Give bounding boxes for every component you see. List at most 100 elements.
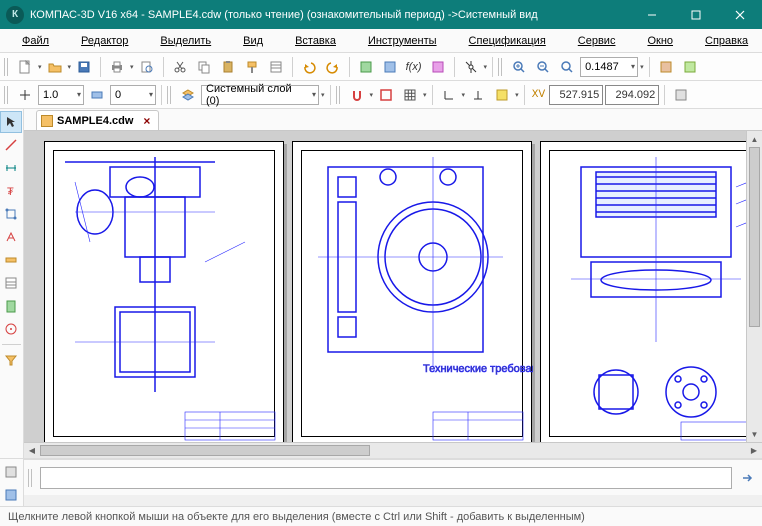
toolbar-grip[interactable] xyxy=(498,58,504,76)
tab-label: SAMPLE4.cdw xyxy=(57,115,133,127)
menu-insert[interactable]: Вставка xyxy=(279,33,352,49)
preview-button[interactable] xyxy=(136,56,158,78)
new-button[interactable] xyxy=(14,56,36,78)
measure-tool[interactable] xyxy=(0,249,22,271)
doc-icon xyxy=(41,115,53,127)
select-tool[interactable] xyxy=(0,111,22,133)
dimension-tool[interactable] xyxy=(0,157,22,179)
menu-window[interactable]: Окно xyxy=(631,33,689,49)
symbol-tool[interactable]: ₮ xyxy=(0,180,22,202)
document-tab[interactable]: SAMPLE4.cdw × xyxy=(36,110,159,130)
command-submit-button[interactable] xyxy=(736,467,758,489)
command-input[interactable] xyxy=(40,467,732,489)
scroll-up-icon[interactable]: ▲ xyxy=(747,131,762,147)
coord-x[interactable]: 527.915 xyxy=(549,85,603,105)
scroll-right-icon[interactable]: ▶ xyxy=(746,443,762,458)
param-tool[interactable] xyxy=(0,226,22,248)
ortho-button[interactable] xyxy=(375,84,397,106)
main-area: ₮ SAMPLE4.cdw × xyxy=(0,109,762,458)
auto-button[interactable] xyxy=(0,484,22,506)
open-button[interactable] xyxy=(44,56,66,78)
ok-button[interactable] xyxy=(0,461,22,483)
status-text: Щелкните левой кнопкой мыши на объекте д… xyxy=(8,511,585,523)
report-tool[interactable] xyxy=(0,295,22,317)
title-bar: К КОМПАС-3D V16 x64 - SAMPLE4.cdw (тольк… xyxy=(0,0,762,29)
menu-file[interactable]: Файл xyxy=(6,33,65,49)
svg-text:₮: ₮ xyxy=(7,186,14,198)
document-area: SAMPLE4.cdw × xyxy=(24,109,762,458)
app-icon: К xyxy=(6,6,24,24)
redo-button[interactable] xyxy=(322,56,344,78)
toolbar-grip[interactable] xyxy=(4,86,10,104)
style-button[interactable] xyxy=(86,84,108,106)
paste-button[interactable] xyxy=(217,56,239,78)
undo-button[interactable] xyxy=(298,56,320,78)
spec-tool[interactable] xyxy=(0,272,22,294)
menu-help[interactable]: Справка xyxy=(689,33,762,49)
property-palette xyxy=(0,459,24,506)
scroll-left-icon[interactable]: ◀ xyxy=(24,443,40,458)
drawing-canvas[interactable]: Технические требования xyxy=(24,131,746,442)
menu-tools[interactable]: Инструменты xyxy=(352,33,453,49)
close-button[interactable] xyxy=(718,0,762,29)
menu-bar: Файл Редактор Выделить Вид Вставка Инстр… xyxy=(0,29,762,53)
menu-service[interactable]: Сервис xyxy=(562,33,632,49)
grid-button[interactable] xyxy=(399,84,421,106)
vertical-scrollbar[interactable]: ▲ ▼ xyxy=(746,131,762,442)
svg-text:Технические требования: Технические требования xyxy=(423,363,533,375)
window-title: КОМПАС-3D V16 x64 - SAMPLE4.cdw (только … xyxy=(30,9,630,21)
snap-opts-button[interactable] xyxy=(491,84,513,106)
zoom-fit-button[interactable] xyxy=(556,56,578,78)
geometry-tool[interactable] xyxy=(0,134,22,156)
zoom-out-button[interactable] xyxy=(532,56,554,78)
maximize-button[interactable] xyxy=(674,0,718,29)
tool-palette: ₮ xyxy=(0,109,24,458)
hscroll-thumb[interactable] xyxy=(40,445,370,456)
layer-combo[interactable]: Системный слой (0) xyxy=(201,85,319,105)
xy-label: ⅩⅤ xyxy=(532,89,546,100)
vscroll-thumb[interactable] xyxy=(749,147,760,327)
coord-y[interactable]: 294.092 xyxy=(605,85,659,105)
panel-button[interactable] xyxy=(670,84,692,106)
minimize-button[interactable] xyxy=(630,0,674,29)
perpendicular-button[interactable] xyxy=(467,84,489,106)
menu-editor[interactable]: Редактор xyxy=(65,33,144,49)
properties-button[interactable] xyxy=(265,56,287,78)
style-combo[interactable]: 0 xyxy=(110,85,156,105)
toolbar-grip[interactable] xyxy=(336,86,342,104)
menu-spec[interactable]: Спецификация xyxy=(453,33,562,49)
local-cs-button[interactable] xyxy=(438,84,460,106)
help-button[interactable] xyxy=(460,56,482,78)
filter-tool[interactable] xyxy=(0,349,22,371)
format-painter-button[interactable] xyxy=(241,56,263,78)
zoom-in-button[interactable] xyxy=(508,56,530,78)
snap-button[interactable] xyxy=(346,84,368,106)
menu-view[interactable]: Вид xyxy=(227,33,279,49)
step-combo[interactable]: 1.0 xyxy=(38,85,84,105)
layer-button[interactable] xyxy=(177,84,199,106)
save-button[interactable] xyxy=(73,56,95,78)
horizontal-scrollbar[interactable]: ◀ ▶ xyxy=(24,442,762,458)
panel-grip[interactable] xyxy=(28,469,34,487)
spec-button[interactable] xyxy=(355,56,377,78)
variables-button[interactable] xyxy=(427,56,449,78)
toolbar-grip[interactable] xyxy=(167,86,173,104)
status-bar: Щелкните левой кнопкой мыши на объекте д… xyxy=(0,506,762,526)
cut-button[interactable] xyxy=(169,56,191,78)
zoom-combo[interactable]: 0.1487 xyxy=(580,57,638,77)
fx-button[interactable]: f(x) xyxy=(403,56,425,78)
insert-tool[interactable] xyxy=(0,318,22,340)
tab-close-icon[interactable]: × xyxy=(143,114,150,128)
step-button[interactable] xyxy=(14,84,36,106)
document-tabs: SAMPLE4.cdw × xyxy=(24,109,762,131)
view-button-b[interactable] xyxy=(679,56,701,78)
view-button-a[interactable] xyxy=(655,56,677,78)
print-button[interactable] xyxy=(106,56,128,78)
assembly-button[interactable] xyxy=(379,56,401,78)
toolbar-grip[interactable] xyxy=(4,58,10,76)
command-panel xyxy=(24,459,762,495)
edit-tool[interactable] xyxy=(0,203,22,225)
copy-button[interactable] xyxy=(193,56,215,78)
menu-select[interactable]: Выделить xyxy=(144,33,227,49)
scroll-down-icon[interactable]: ▼ xyxy=(747,426,762,442)
